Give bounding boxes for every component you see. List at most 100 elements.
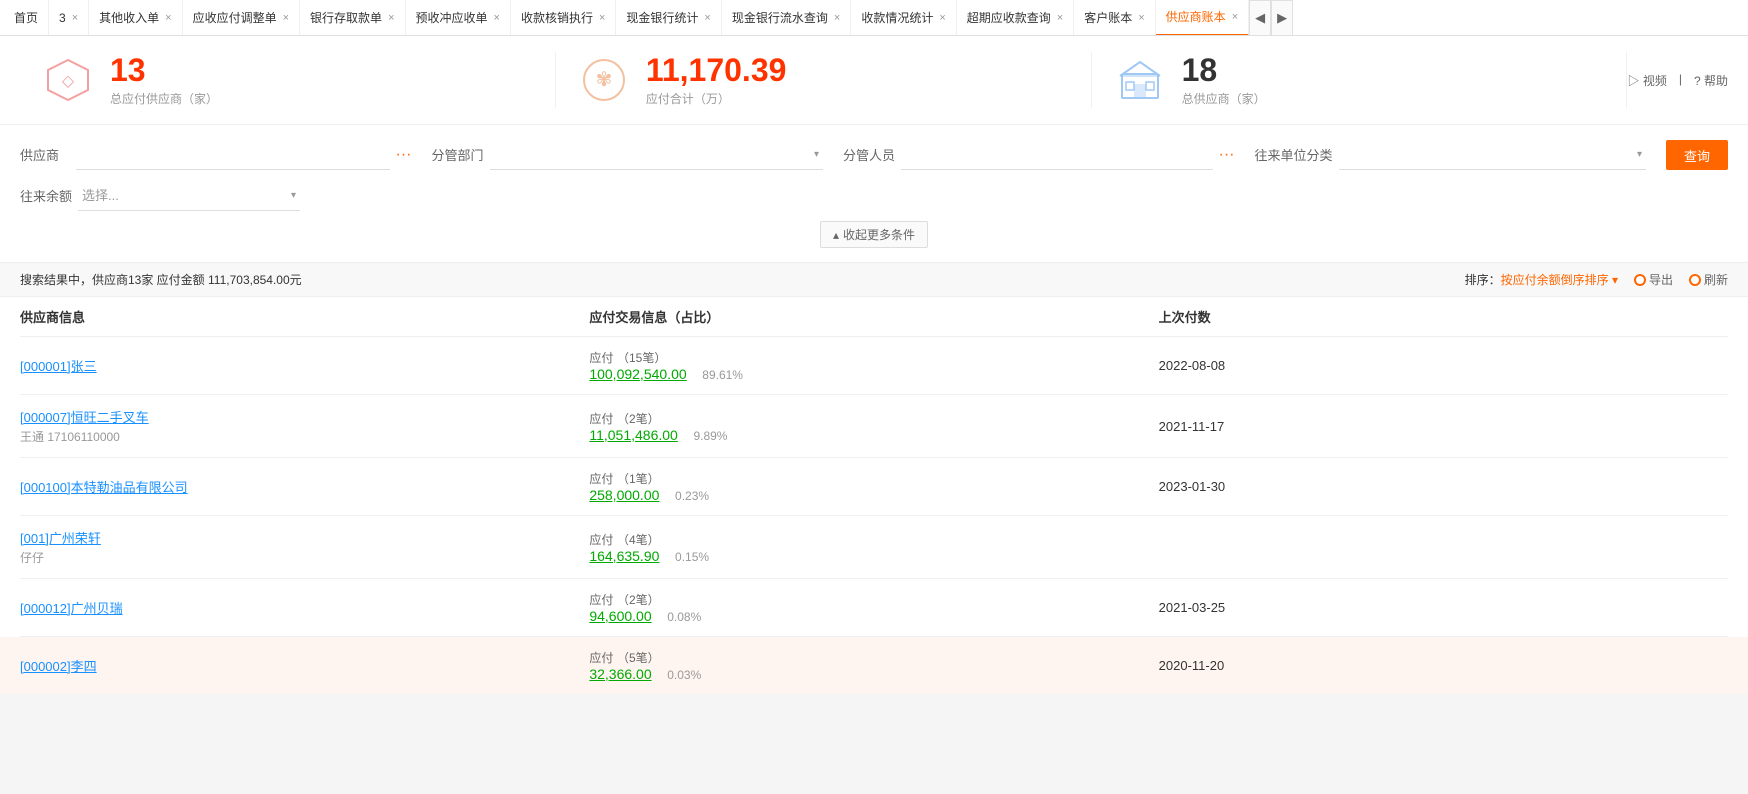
last-pay-col: 2022-08-08 <box>1159 358 1728 373</box>
nav-left-arrow[interactable]: ◀ <box>1249 0 1271 36</box>
supplier-info: [000001]张三 <box>20 356 589 375</box>
nav-tab-receipt-exec[interactable]: 收款核销执行 × <box>511 0 616 36</box>
trans-info: 应付 （1笔） 258,000.00 0.23% <box>589 470 1158 503</box>
filter-row-2: 往来余额 选择... ▾ <box>20 180 1728 211</box>
search-button[interactable]: 查询 <box>1666 140 1728 170</box>
filter-supplier: 供应商 ··· <box>20 140 412 170</box>
video-link[interactable]: ▷ 视频 <box>1627 72 1666 89</box>
collapse-btn[interactable]: ▴ 收起更多条件 <box>820 221 928 248</box>
balance-select[interactable]: 选择... <box>78 180 300 210</box>
last-pay-col: 2020-11-20 <box>1159 658 1728 673</box>
supplier-link[interactable]: [000001]张三 <box>20 356 589 375</box>
card1-label: 总应付供应商（家） <box>110 90 218 107</box>
svg-text:◇: ◇ <box>62 73 75 90</box>
amount-link[interactable]: 11,051,486.00 <box>589 427 678 443</box>
export-btn[interactable]: 导出 <box>1634 271 1673 288</box>
close-icon[interactable]: × <box>704 12 710 24</box>
dept-select[interactable] <box>490 139 823 169</box>
trans-info: 应付 （2笔） 11,051,486.00 9.89% <box>589 410 1158 443</box>
card2-number: 11,170.39 <box>646 54 787 86</box>
card2-text: 11,170.39 应付合计（万） <box>646 54 787 107</box>
amount-link[interactable]: 32,366.00 <box>589 666 651 682</box>
nav-tab-home[interactable]: 首页 <box>4 0 49 36</box>
nav-tab-customer-book[interactable]: 客户账本 × <box>1074 0 1155 36</box>
supplier-link[interactable]: [000007]恒旺二手叉车 <box>20 407 589 426</box>
close-icon[interactable]: × <box>834 12 840 24</box>
close-icon[interactable]: × <box>1138 12 1144 24</box>
nav-tab-adjust[interactable]: 应收应付调整单 × <box>183 0 300 36</box>
diamond-icon: ◇ <box>40 52 96 108</box>
close-icon[interactable]: × <box>939 12 945 24</box>
amount-link[interactable]: 94,600.00 <box>589 608 651 624</box>
supplier-link[interactable]: [001]广州荣轩 <box>20 528 589 547</box>
close-icon[interactable]: × <box>283 12 289 24</box>
nav-tab-supplier-book[interactable]: 供应商账本 × <box>1156 0 1249 36</box>
nav-right-arrow[interactable]: ▶ <box>1271 0 1293 36</box>
supplier-link[interactable]: [000100]本特勒油品有限公司 <box>20 477 589 496</box>
top-nav: 首页 3 × 其他收入单 × 应收应付调整单 × 银行存取款单 × 预收冲应收单… <box>0 0 1748 36</box>
svg-text:✾: ✾ <box>595 69 612 91</box>
result-summary: 搜索结果中，供应商13家 应付金额 111,703,854.00元 <box>20 271 302 288</box>
balance-select-wrapper: 选择... ▾ <box>78 180 300 211</box>
last-pay-col: 2021-11-17 <box>1159 419 1728 434</box>
supplier-link[interactable]: [000012]广州贝瑞 <box>20 598 589 617</box>
nav-tab-pre-collect[interactable]: 预收冲应收单 × <box>406 0 511 36</box>
chevron-up-icon: ▴ <box>833 228 839 242</box>
help-link[interactable]: ? 帮助 <box>1694 72 1728 89</box>
help-icon: ? <box>1694 74 1701 88</box>
filter-area: 供应商 ··· 分管部门 ▾ 分管人员 ··· <box>0 125 1748 263</box>
shop-icon <box>1112 52 1168 108</box>
nav-tab-cash-flow[interactable]: 现金银行流水查询 × <box>722 0 851 36</box>
dept-label: 分管部门 <box>432 145 484 164</box>
refresh-radio-icon <box>1689 274 1701 286</box>
supplier-info: [000100]本特勒油品有限公司 <box>20 477 589 496</box>
trans-info: 应付 （4笔） 164,635.90 0.15% <box>589 531 1158 564</box>
grain-icon: ✾ <box>576 52 632 108</box>
close-icon[interactable]: × <box>165 12 171 24</box>
supplier-info: [000007]恒旺二手叉车 王通 17106110000 <box>20 407 589 445</box>
nav-tab-cash-bank-stat[interactable]: 现金银行统计 × <box>616 0 721 36</box>
col-header-lastpay: 上次付数 <box>1159 307 1728 326</box>
close-icon[interactable]: × <box>1057 12 1063 24</box>
supplier-info: [000002]李四 <box>20 656 589 675</box>
nav-tab-bank-deposit[interactable]: 银行存取款单 × <box>300 0 405 36</box>
supplier-info: [001]广州荣轩 仔仔 <box>20 528 589 566</box>
person-more-btn[interactable]: ··· <box>1219 146 1235 164</box>
refresh-btn[interactable]: 刷新 <box>1689 271 1728 288</box>
person-input[interactable] <box>901 140 1213 170</box>
nav-tab-overdue[interactable]: 超期应收款查询 × <box>957 0 1074 36</box>
trans-info: 应付 （2笔） 94,600.00 0.08% <box>589 591 1158 624</box>
supplier-link[interactable]: [000002]李四 <box>20 656 589 675</box>
sort-option[interactable]: 按应付余额倒序排序 ▾ <box>1501 273 1618 287</box>
card1-text: 13 总应付供应商（家） <box>110 54 218 107</box>
supplier-input[interactable] <box>76 140 390 170</box>
close-icon[interactable]: × <box>494 12 500 24</box>
unit-type-select[interactable] <box>1339 139 1646 169</box>
supplier-info: [000012]广州贝瑞 <box>20 598 589 617</box>
supplier-sub: 王通 17106110000 <box>20 428 589 445</box>
summary-card-payable: ✾ 11,170.39 应付合计（万） <box>556 52 1092 108</box>
amount-link[interactable]: 100,092,540.00 <box>589 366 686 382</box>
export-radio-icon <box>1634 274 1646 286</box>
nav-tab-receipt-stat[interactable]: 收款情况统计 × <box>851 0 956 36</box>
result-bar: 搜索结果中，供应商13家 应付金额 111,703,854.00元 排序：按应付… <box>0 263 1748 297</box>
summary-card-total-suppliers: 18 总供应商（家） <box>1092 52 1628 108</box>
supplier-sub: 仔仔 <box>20 549 589 566</box>
table-row: [000100]本特勒油品有限公司 应付 （1笔） 258,000.00 0.2… <box>20 458 1728 516</box>
filter-unit-type: 往来单位分类 ▾ <box>1255 139 1647 170</box>
close-icon[interactable]: × <box>388 12 394 24</box>
amount-link[interactable]: 164,635.90 <box>589 548 659 564</box>
nav-tab-3[interactable]: 3 × <box>49 0 89 36</box>
amount-link[interactable]: 258,000.00 <box>589 487 659 503</box>
close-icon[interactable]: × <box>1232 11 1238 23</box>
close-icon[interactable]: × <box>599 12 605 24</box>
card3-label: 总供应商（家） <box>1182 90 1266 107</box>
dept-select-wrapper: ▾ <box>490 139 823 170</box>
filter-dept: 分管部门 ▾ <box>432 139 824 170</box>
nav-tab-other-income[interactable]: 其他收入单 × <box>89 0 182 36</box>
unit-type-label: 往来单位分类 <box>1255 145 1333 164</box>
supplier-more-btn[interactable]: ··· <box>396 146 412 164</box>
close-icon[interactable]: × <box>72 12 78 24</box>
table-row: [000012]广州贝瑞 应付 （2笔） 94,600.00 0.08% 202… <box>20 579 1728 637</box>
top-right-links: ▷ 视频 | ? 帮助 <box>1627 72 1728 89</box>
